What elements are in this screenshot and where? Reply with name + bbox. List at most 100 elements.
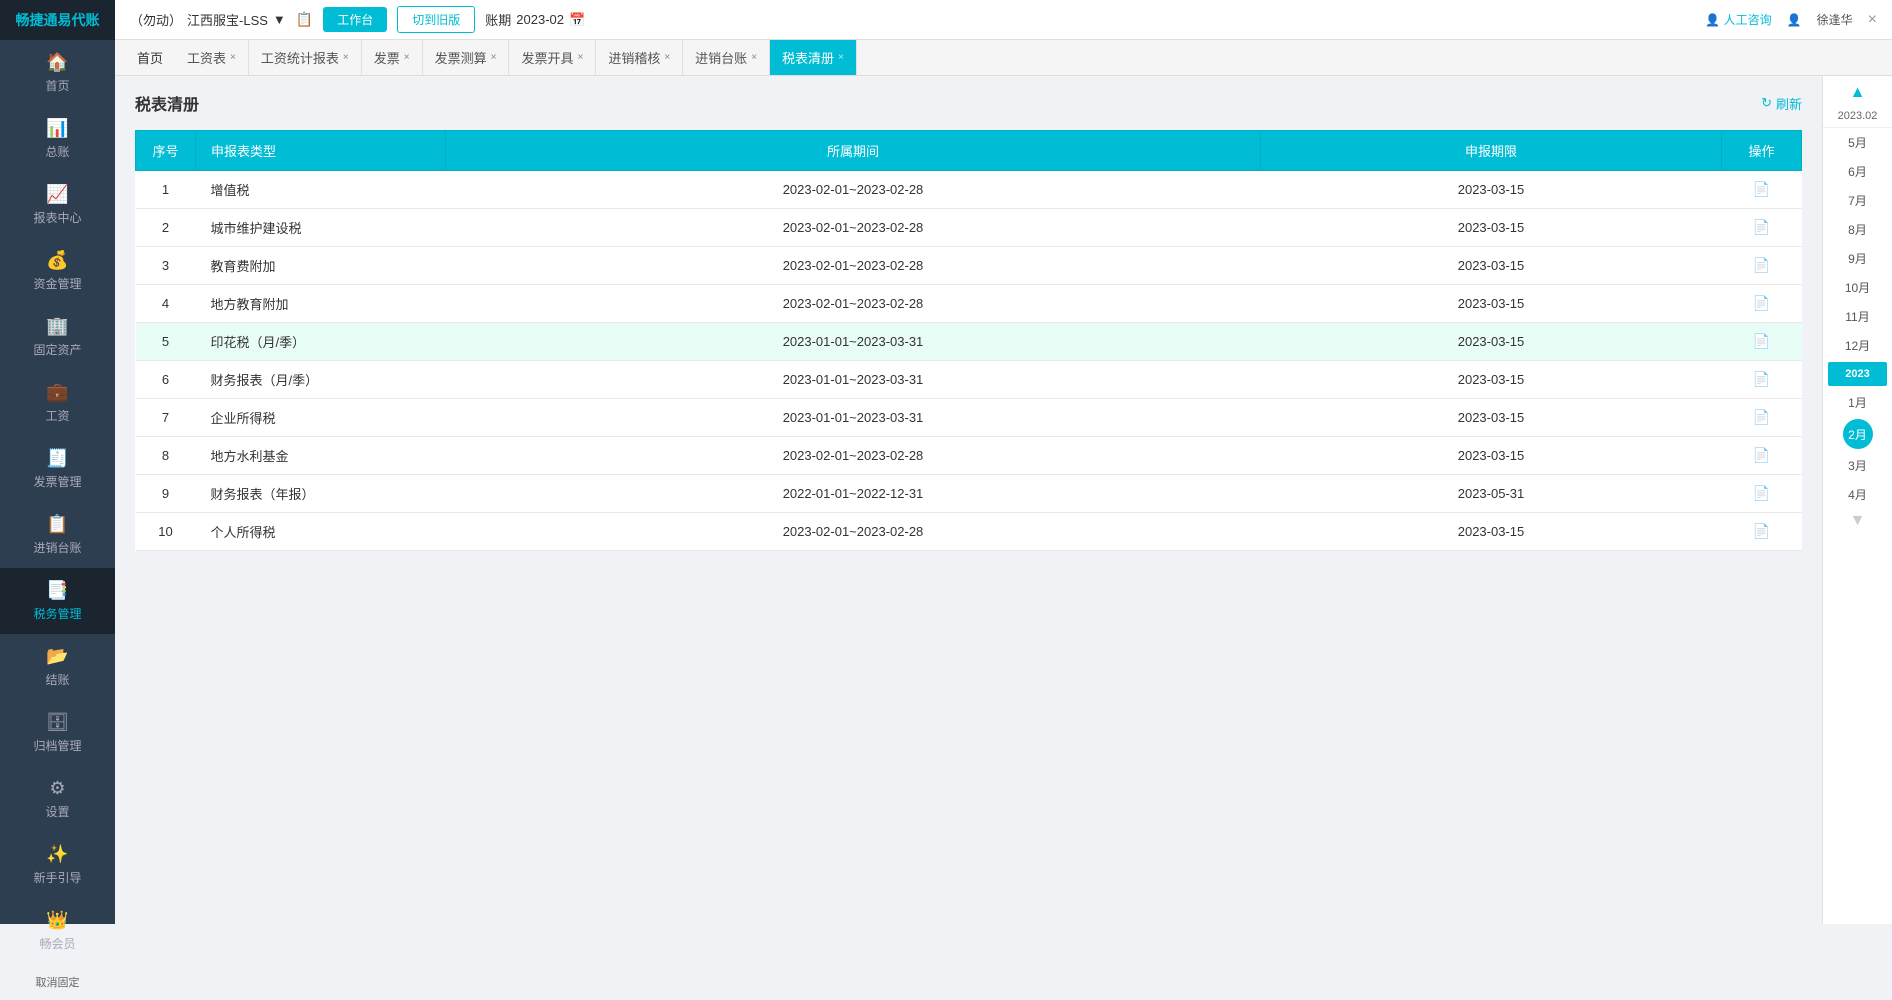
- calendar-icon[interactable]: 📅: [569, 12, 585, 28]
- cell-period: 2023-01-01~2023-03-31: [446, 323, 1261, 361]
- cell-deadline: 2023-03-15: [1260, 399, 1721, 437]
- cell-action[interactable]: 📄: [1722, 399, 1802, 437]
- switch-old-button[interactable]: 切到旧版: [397, 6, 475, 33]
- tab-salary-report[interactable]: 工资统计报表 ×: [249, 40, 362, 76]
- company-selector[interactable]: （勿动） 江西服宝-LSS ▼: [130, 10, 286, 29]
- sidebar-item-ledger[interactable]: 📊 总账: [0, 106, 115, 172]
- invoice-mgr-icon: 🧾: [46, 448, 68, 469]
- tab-invoice-open[interactable]: 发票开具 ×: [509, 40, 596, 76]
- cell-action[interactable]: 📄: [1722, 209, 1802, 247]
- action-icon[interactable]: 📄: [1753, 295, 1770, 311]
- tab-home[interactable]: 首页: [125, 40, 175, 76]
- month-3[interactable]: 3月: [1823, 451, 1892, 480]
- sidebar: 畅捷通易代账 🏠 首页 📊 总账 📈 报表中心 💰 资金管理 🏢 固定资产 💼 …: [0, 0, 115, 924]
- cell-type: 地方教育附加: [196, 285, 446, 323]
- tab-purchase-audit[interactable]: 进销稽核 ×: [596, 40, 683, 76]
- tab-tax-clearance[interactable]: 税表清册 ×: [770, 40, 857, 76]
- sidebar-item-salary[interactable]: 💼 工资: [0, 370, 115, 436]
- cell-action[interactable]: 📄: [1722, 513, 1802, 551]
- tab-salary-report-close[interactable]: ×: [343, 52, 349, 63]
- month-12[interactable]: 12月: [1823, 331, 1892, 360]
- month-7[interactable]: 7月: [1823, 186, 1892, 215]
- sidebar-item-fund[interactable]: 💰 资金管理: [0, 238, 115, 304]
- home-icon: 🏠: [46, 52, 68, 73]
- sidebar-item-member[interactable]: 👑 畅会员: [0, 898, 115, 964]
- sidebar-label-invoice-mgr: 发票管理: [33, 473, 81, 490]
- date-nav-down-button[interactable]: ▼: [1847, 509, 1869, 533]
- action-icon[interactable]: 📄: [1753, 219, 1770, 235]
- cell-action[interactable]: 📄: [1722, 247, 1802, 285]
- ai-consult-button[interactable]: 👤 人工咨询: [1705, 11, 1771, 28]
- month-4[interactable]: 4月: [1823, 480, 1892, 509]
- workbench-button[interactable]: 工作台: [323, 7, 387, 32]
- close-window-button[interactable]: ×: [1868, 11, 1877, 29]
- month-5[interactable]: 5月: [1823, 128, 1892, 157]
- tab-invoice-open-close[interactable]: ×: [577, 52, 583, 63]
- period-display: 账期 2023-02 📅: [485, 10, 585, 29]
- month-9[interactable]: 9月: [1823, 244, 1892, 273]
- cell-id: 10: [136, 513, 196, 551]
- action-icon[interactable]: 📄: [1753, 371, 1770, 387]
- cell-period: 2023-02-01~2023-02-28: [446, 285, 1261, 323]
- action-icon[interactable]: 📄: [1753, 409, 1770, 425]
- tax-icon: 📑: [46, 580, 68, 601]
- sidebar-item-purchase[interactable]: 📋 进销台账: [0, 502, 115, 568]
- main-area: （勿动） 江西服宝-LSS ▼ 📋 工作台 切到旧版 账期 2023-02 📅 …: [115, 0, 1892, 924]
- month-2-current[interactable]: 2月: [1843, 419, 1873, 449]
- unpin-button[interactable]: 取消固定: [0, 964, 115, 1000]
- tab-tax-clearance-close[interactable]: ×: [838, 52, 844, 63]
- action-icon[interactable]: 📄: [1753, 485, 1770, 501]
- cell-period: 2023-01-01~2023-03-31: [446, 361, 1261, 399]
- month-8[interactable]: 8月: [1823, 215, 1892, 244]
- tab-purchase-ledger-label: 进销台账: [695, 48, 747, 67]
- refresh-button[interactable]: ↻ 刷新: [1761, 94, 1802, 113]
- cell-deadline: 2023-03-15: [1260, 437, 1721, 475]
- month-1[interactable]: 1月: [1823, 388, 1892, 417]
- tab-salary[interactable]: 工资表 ×: [175, 40, 249, 76]
- cell-action[interactable]: 📄: [1722, 323, 1802, 361]
- tab-invoice-calc[interactable]: 发票测算 ×: [423, 40, 510, 76]
- cell-action[interactable]: 📄: [1722, 361, 1802, 399]
- action-icon[interactable]: 📄: [1753, 181, 1770, 197]
- action-icon[interactable]: 📄: [1753, 257, 1770, 273]
- member-icon: 👑: [46, 910, 68, 931]
- cell-action[interactable]: 📄: [1722, 285, 1802, 323]
- month-11[interactable]: 11月: [1823, 302, 1892, 331]
- cell-action[interactable]: 📄: [1722, 475, 1802, 513]
- asset-icon: 🏢: [46, 316, 68, 337]
- action-icon[interactable]: 📄: [1753, 333, 1770, 349]
- action-icon[interactable]: 📄: [1753, 523, 1770, 539]
- cell-deadline: 2023-03-15: [1260, 171, 1721, 209]
- sidebar-item-settings[interactable]: ⚙ 设置: [0, 766, 115, 832]
- action-icon[interactable]: 📄: [1753, 447, 1770, 463]
- cell-period: 2022-01-01~2022-12-31: [446, 475, 1261, 513]
- tab-purchase-ledger[interactable]: 进销台账 ×: [683, 40, 770, 76]
- tab-invoice-calc-close[interactable]: ×: [491, 52, 497, 63]
- year-2023[interactable]: 2023: [1828, 362, 1887, 386]
- tax-table: 序号 申报表类型 所属期间 申报期限 操作 1 增值税 2023-02-01~2…: [135, 130, 1802, 551]
- month-6[interactable]: 6月: [1823, 157, 1892, 186]
- sidebar-item-invoice-mgr[interactable]: 🧾 发票管理: [0, 436, 115, 502]
- tab-invoice-close[interactable]: ×: [404, 52, 410, 63]
- cell-period: 2023-02-01~2023-02-28: [446, 247, 1261, 285]
- col-header-action: 操作: [1722, 131, 1802, 171]
- cell-id: 4: [136, 285, 196, 323]
- sidebar-item-guide[interactable]: ✨ 新手引导: [0, 832, 115, 898]
- sidebar-item-report[interactable]: 📈 报表中心: [0, 172, 115, 238]
- tab-salary-close[interactable]: ×: [230, 52, 236, 63]
- cell-action[interactable]: 📄: [1722, 171, 1802, 209]
- cell-id: 2: [136, 209, 196, 247]
- sidebar-item-tax[interactable]: 📑 税务管理: [0, 568, 115, 634]
- date-nav-up-button[interactable]: ▲: [1847, 81, 1869, 105]
- sidebar-item-asset[interactable]: 🏢 固定资产: [0, 304, 115, 370]
- month-10[interactable]: 10月: [1823, 273, 1892, 302]
- tab-invoice[interactable]: 发票 ×: [362, 40, 423, 76]
- table-row: 9 财务报表（年报） 2022-01-01~2022-12-31 2023-05…: [136, 475, 1802, 513]
- tab-purchase-ledger-close[interactable]: ×: [751, 52, 757, 63]
- sidebar-item-archive[interactable]: 🗄 归档管理: [0, 700, 115, 766]
- tab-purchase-audit-close[interactable]: ×: [664, 52, 670, 63]
- sidebar-item-settle[interactable]: 📂 结账: [0, 634, 115, 700]
- sidebar-label-settle: 结账: [45, 671, 69, 688]
- sidebar-item-home[interactable]: 🏠 首页: [0, 40, 115, 106]
- cell-action[interactable]: 📄: [1722, 437, 1802, 475]
